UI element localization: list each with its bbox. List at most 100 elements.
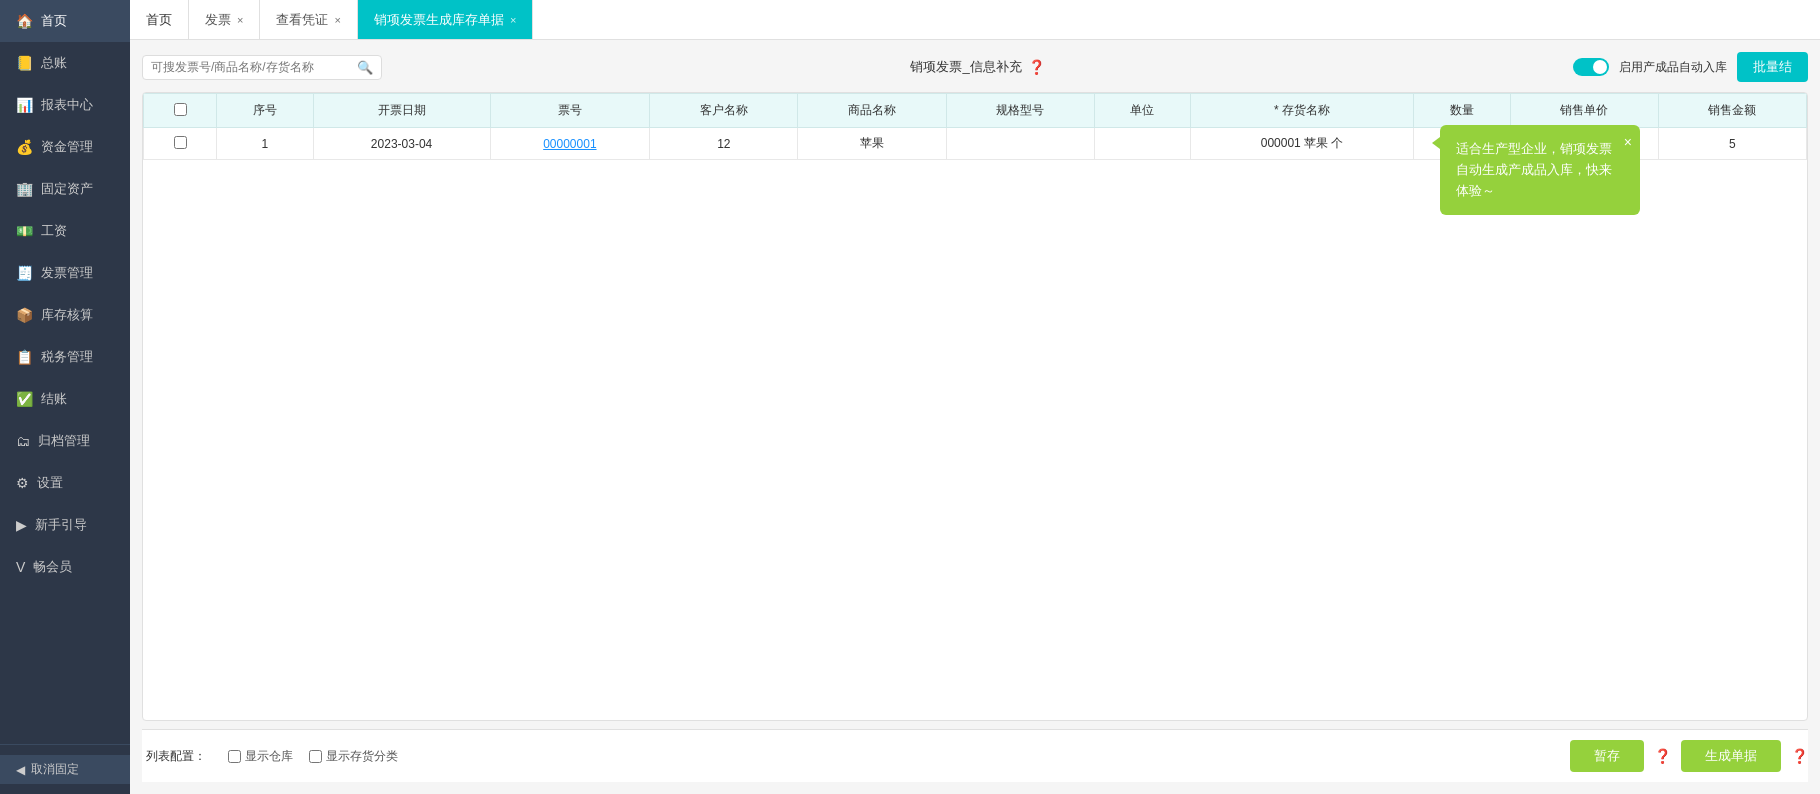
sidebar-item-label: 工资 xyxy=(41,222,67,240)
sidebar-item-invoice[interactable]: 🧾 发票管理 xyxy=(0,252,130,294)
col-amount: 销售金额 xyxy=(1658,94,1806,128)
show-category-label[interactable]: 显示存货分类 xyxy=(309,748,398,765)
col-inventory: * 存货名称 xyxy=(1191,94,1414,128)
row-product: 苹果 xyxy=(798,128,946,160)
archive-icon: 🗂 xyxy=(16,433,30,449)
sidebar-item-label: 税务管理 xyxy=(41,348,93,366)
auto-warehouse-toggle[interactable] xyxy=(1573,58,1609,76)
center-label: 销项发票_信息补充 xyxy=(910,58,1021,76)
toolbar: 🔍 销项发票_信息补充 ❓ 启用产成品自动入库 批量结 xyxy=(142,52,1808,82)
salary-icon: 💵 xyxy=(16,223,33,239)
sidebar-item-closing[interactable]: ✅ 结账 xyxy=(0,378,130,420)
tooltip-close-button[interactable]: × xyxy=(1624,131,1632,153)
tab-generate-stock-label: 销项发票生成库存单据 xyxy=(374,11,504,29)
sidebar-item-reports[interactable]: 📊 报表中心 xyxy=(0,84,130,126)
ledger-icon: 📒 xyxy=(16,55,33,71)
row-checkbox[interactable] xyxy=(174,136,187,149)
unpin-icon: ◀ xyxy=(16,763,25,777)
sidebar: 🏠 首页 📒 总账 📊 报表中心 💰 资金管理 🏢 固定资产 💵 工资 🧾 发票… xyxy=(0,0,130,794)
col-spec: 规格型号 xyxy=(946,94,1094,128)
sidebar-item-tax[interactable]: 📋 税务管理 xyxy=(0,336,130,378)
col-ticket-no: 票号 xyxy=(490,94,650,128)
center-help-icon[interactable]: ❓ xyxy=(1028,59,1045,75)
row-inventory: 000001 苹果 个 xyxy=(1191,128,1414,160)
sidebar-item-ledger[interactable]: 📒 总账 xyxy=(0,42,130,84)
col-qty: 数量 xyxy=(1413,94,1510,128)
show-warehouse-label[interactable]: 显示仓库 xyxy=(228,748,293,765)
assets-icon: 🏢 xyxy=(16,181,33,197)
select-all-checkbox[interactable] xyxy=(174,103,187,116)
tab-voucher-close[interactable]: × xyxy=(334,14,340,26)
generate-help-icon[interactable]: ❓ xyxy=(1791,748,1808,764)
row-checkbox-cell[interactable] xyxy=(144,128,217,160)
tab-bar: 首页 发票 × 查看凭证 × 销项发票生成库存单据 × xyxy=(130,0,1820,40)
sidebar-item-label: 资金管理 xyxy=(41,138,93,156)
col-checkbox[interactable] xyxy=(144,94,217,128)
show-category-checkbox[interactable] xyxy=(309,750,322,763)
batch-button[interactable]: 批量结 xyxy=(1737,52,1808,82)
sidebar-item-label: 畅会员 xyxy=(33,558,72,576)
home-icon: 🏠 xyxy=(16,13,33,29)
list-config-label: 列表配置： xyxy=(146,748,206,765)
search-input[interactable] xyxy=(151,60,357,74)
show-warehouse-checkbox[interactable] xyxy=(228,750,241,763)
sidebar-item-label: 首页 xyxy=(41,12,67,30)
tab-invoice-label: 发票 xyxy=(205,11,231,29)
tab-invoice[interactable]: 发票 × xyxy=(189,0,260,39)
guide-icon: ▶ xyxy=(16,517,27,533)
sidebar-item-assets[interactable]: 🏢 固定资产 xyxy=(0,168,130,210)
col-customer: 客户名称 xyxy=(650,94,798,128)
sidebar-item-inventory[interactable]: 📦 库存核算 xyxy=(0,294,130,336)
content-area: 🔍 销项发票_信息补充 ❓ 启用产成品自动入库 批量结 序号 开票日 xyxy=(130,40,1820,794)
settings-icon: ⚙ xyxy=(16,475,29,491)
col-unit-price: 销售单价 xyxy=(1510,94,1658,128)
inventory-icon: 📦 xyxy=(16,307,33,323)
tab-home[interactable]: 首页 xyxy=(130,0,189,39)
tab-home-label: 首页 xyxy=(146,11,172,29)
col-date: 开票日期 xyxy=(313,94,490,128)
tab-generate-stock[interactable]: 销项发票生成库存单据 × xyxy=(358,0,533,39)
sidebar-item-membership[interactable]: V 畅会员 xyxy=(0,546,130,588)
sidebar-item-label: 结账 xyxy=(41,390,67,408)
finance-icon: 💰 xyxy=(16,139,33,155)
col-unit: 单位 xyxy=(1094,94,1191,128)
bottom-bar: 列表配置： 显示仓库 显示存货分类 暂存 ❓ 生成单据 ❓ xyxy=(142,729,1808,782)
save-help-icon[interactable]: ❓ xyxy=(1654,748,1671,764)
row-unit xyxy=(1094,128,1191,160)
main-area: 首页 发票 × 查看凭证 × 销项发票生成库存单据 × 🔍 销项发票_信息补充 xyxy=(130,0,1820,794)
sidebar-item-finance[interactable]: 💰 资金管理 xyxy=(0,126,130,168)
sidebar-item-archive[interactable]: 🗂 归档管理 xyxy=(0,420,130,462)
col-seq: 序号 xyxy=(217,94,314,128)
sidebar-item-home[interactable]: 🏠 首页 xyxy=(0,0,130,42)
reports-icon: 📊 xyxy=(16,97,33,113)
unpin-button[interactable]: ◀ 取消固定 xyxy=(0,755,130,784)
tab-invoice-close[interactable]: × xyxy=(237,14,243,26)
sidebar-item-label: 库存核算 xyxy=(41,306,93,324)
sidebar-item-guide[interactable]: ▶ 新手引导 xyxy=(0,504,130,546)
tax-icon: 📋 xyxy=(16,349,33,365)
tooltip-popup: × 适合生产型企业，销项发票自动生成产成品入库，快来体验～ xyxy=(1440,125,1640,215)
save-button[interactable]: 暂存 xyxy=(1570,740,1644,772)
sidebar-item-settings[interactable]: ⚙ 设置 xyxy=(0,462,130,504)
sidebar-item-salary[interactable]: 💵 工资 xyxy=(0,210,130,252)
tab-voucher-label: 查看凭证 xyxy=(276,11,328,29)
bottom-actions: 暂存 ❓ 生成单据 ❓ xyxy=(1570,740,1808,772)
row-spec xyxy=(946,128,1094,160)
sidebar-item-label: 归档管理 xyxy=(38,432,90,450)
col-product: 商品名称 xyxy=(798,94,946,128)
tab-generate-stock-close[interactable]: × xyxy=(510,14,516,26)
membership-icon: V xyxy=(16,559,25,575)
toolbar-center: 销项发票_信息补充 ❓ xyxy=(910,58,1044,76)
sidebar-item-label: 固定资产 xyxy=(41,180,93,198)
row-date: 2023-03-04 xyxy=(313,128,490,160)
search-box[interactable]: 🔍 xyxy=(142,55,382,80)
toolbar-right: 启用产成品自动入库 批量结 xyxy=(1573,52,1808,82)
invoice-icon: 🧾 xyxy=(16,265,33,281)
unpin-label: 取消固定 xyxy=(31,761,79,778)
row-ticket-no[interactable]: 00000001 xyxy=(490,128,650,160)
toolbar-left: 🔍 xyxy=(142,55,382,80)
tab-voucher[interactable]: 查看凭证 × xyxy=(260,0,357,39)
closing-icon: ✅ xyxy=(16,391,33,407)
search-icon: 🔍 xyxy=(357,60,373,75)
generate-button[interactable]: 生成单据 xyxy=(1681,740,1781,772)
